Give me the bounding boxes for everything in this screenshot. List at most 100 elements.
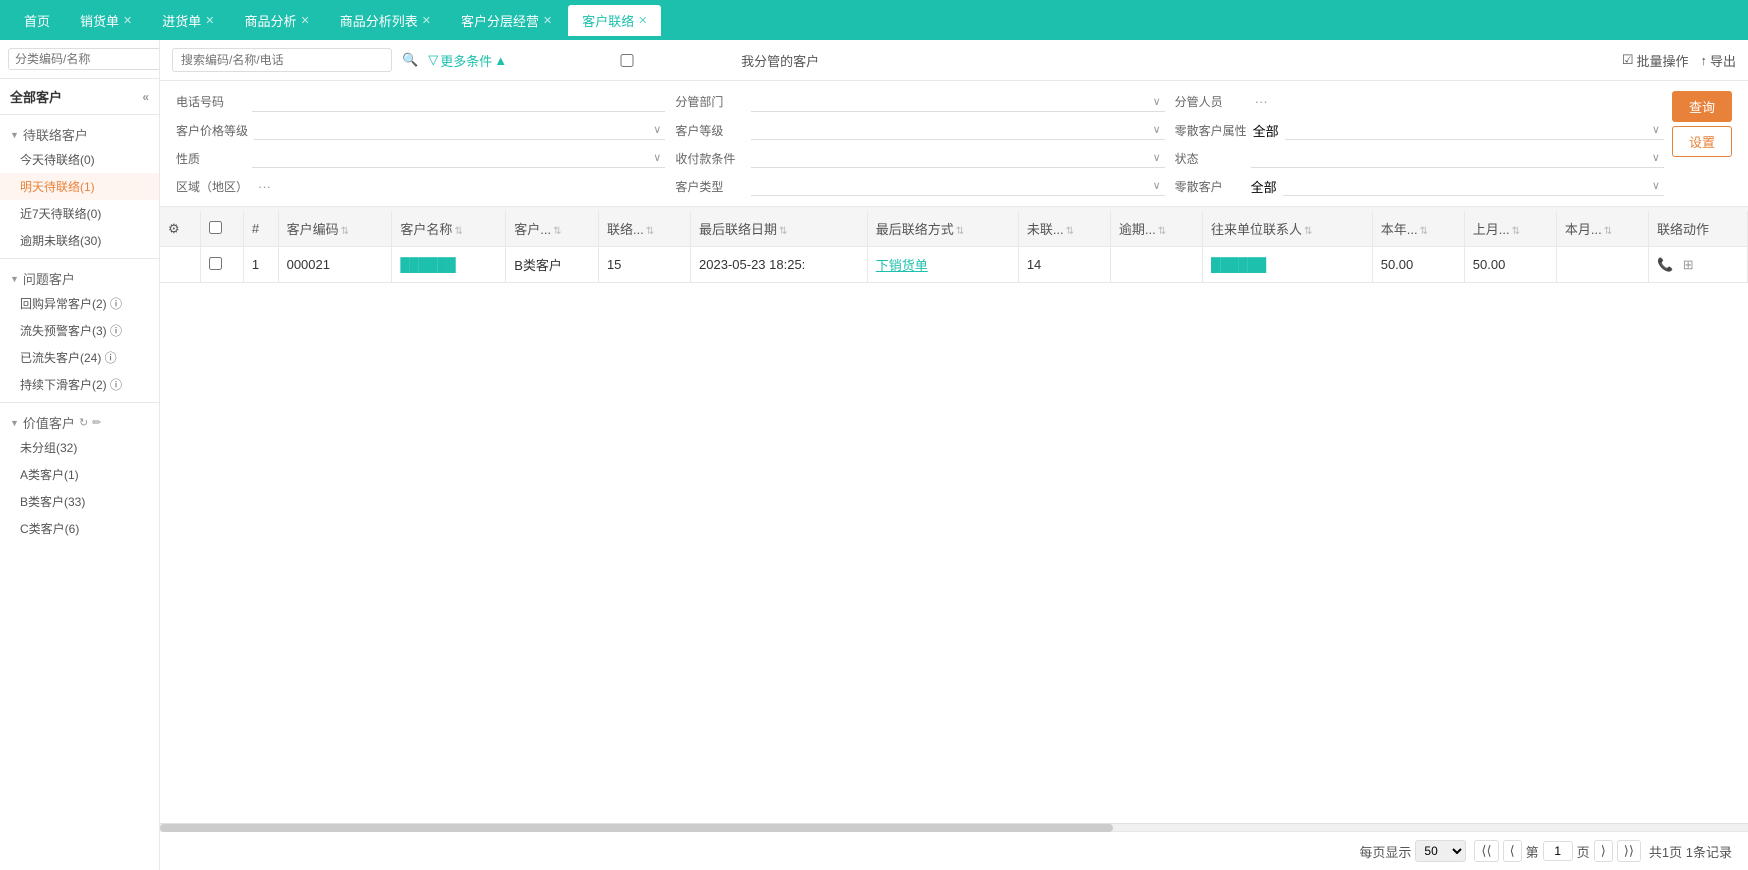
th-uncontacted[interactable]: 未联...⇅ [1018,211,1110,247]
filter-phone-input[interactable] [252,91,665,112]
query-button[interactable]: 查询 [1672,91,1732,122]
th-this-month[interactable]: 本月...⇅ [1556,211,1648,247]
th-this-year[interactable]: 本年...⇅ [1372,211,1464,247]
last-method-link[interactable]: 下销货单 [876,258,928,273]
sidebar-item-today[interactable]: 今天待联络(0) [0,146,159,173]
export-button[interactable]: ↑ 导出 [1700,51,1736,70]
filter-nature: 性质 ∨ [176,148,665,168]
th-contact[interactable]: 联络...⇅ [598,211,690,247]
row-no: 1 [243,247,278,283]
nav-customer-segment[interactable]: 客户分层经营 ✕ [447,5,566,36]
prev-page-button[interactable]: ⟨ [1503,840,1522,862]
row-code: 000021 [278,247,392,283]
sidebar-item-declining[interactable]: 持续下滑客户(2) ⓘ [0,371,159,398]
row-last-method[interactable]: 下销货单 [867,247,1018,283]
refresh-icon[interactable]: ↻ [79,416,88,429]
sidebar-all-customers[interactable]: 全部客户 « [0,79,159,110]
last-page-button[interactable]: ⟩⟩ [1617,840,1641,862]
sidebar-item-churn-warning[interactable]: 流失预警客户(3) ⓘ [0,317,159,344]
sidebar-item-overdue[interactable]: 逾期未联络(30) [0,227,159,254]
th-unit-contact[interactable]: 往来单位联系人⇅ [1202,211,1372,247]
chevron-up-icon: ▲ [494,53,507,68]
sidebar-item-class-b[interactable]: B类客户(33) [0,488,159,515]
horizontal-scrollbar[interactable] [160,823,1748,831]
row-this-year: 50.00 [1372,247,1464,283]
nav-sales[interactable]: 销货单 ✕ [66,5,146,36]
filter-region: 区域（地区） ··· [176,178,665,195]
filter-phone: 电话号码 [176,91,665,112]
th-type[interactable]: 客户...⇅ [506,211,599,247]
nav-product-analysis[interactable]: 商品分析 ✕ [230,5,323,36]
page-number-input[interactable] [1543,841,1573,861]
row-select-checkbox[interactable] [209,257,222,270]
batch-operation-button[interactable]: ☑ 批量操作 [1622,51,1689,70]
sidebar-item-class-c[interactable]: C类客户(6) [0,515,159,542]
th-gear[interactable]: ⚙ [160,211,200,247]
phone-icon[interactable]: 📞 [1657,257,1673,272]
filter-retail-attr-select[interactable]: ∨ [1285,120,1664,140]
gear-icon[interactable]: ⚙ [168,221,180,236]
th-name[interactable]: 客户名称⇅ [392,211,506,247]
sidebar-item-churned[interactable]: 已流失客户(24) ⓘ [0,344,159,371]
select-all-checkbox[interactable] [209,221,222,234]
nav-product-analysis-list[interactable]: 商品分析列表 ✕ [326,5,445,36]
my-customer-check[interactable] [517,54,737,67]
sidebar-group-pending[interactable]: 待联络客户 [0,119,159,146]
filter-customer-type: 客户类型 ∨ [675,176,1164,196]
close-icon[interactable]: ✕ [205,14,214,27]
page-size-select[interactable]: 50 100 200 [1415,840,1466,862]
close-icon[interactable]: ✕ [422,14,431,27]
edit-icon[interactable]: ✏ [92,416,101,429]
th-checkbox[interactable] [200,211,243,247]
nav-purchase[interactable]: 进货单 ✕ [148,5,228,36]
sidebar-item-tomorrow[interactable]: 明天待联络(1) [0,173,159,200]
row-last-date: 2023-05-23 18:25: [691,247,868,283]
collapse-icon[interactable]: « [142,90,149,104]
sidebar-item-class-a[interactable]: A类客户(1) [0,461,159,488]
close-icon[interactable]: ✕ [638,14,647,27]
more-filter-button[interactable]: ▽ 更多条件 ▲ [428,51,507,70]
filter-panel: 电话号码 分管部门 ∨ 分管人员 ··· [160,81,1748,207]
sidebar-item-repurchase[interactable]: 回购异常客户(2) ⓘ [0,290,159,317]
next-page-button[interactable]: ⟩ [1594,840,1613,862]
row-checkbox[interactable] [200,247,243,283]
main-layout: 🔍 全部客户 « 待联络客户 今天待联络(0) 明天待联络(1) 近7天待联络(… [0,40,1748,870]
close-icon[interactable]: ✕ [543,14,552,27]
close-icon[interactable]: ✕ [123,14,132,27]
search-button[interactable]: 🔍 [402,52,418,68]
filter-row-1: 电话号码 分管部门 ∨ 分管人员 ··· [176,91,1664,112]
sidebar-group-value[interactable]: 价值客户 ↻ ✏ [0,407,159,434]
filter-price-level-select[interactable]: ∨ [254,120,665,140]
filter-retail-select[interactable]: ∨ [1283,176,1664,196]
filter-person-dots[interactable]: ··· [1251,94,1272,109]
filter-region-dots[interactable]: ··· [254,179,275,194]
th-last-method[interactable]: 最后联络方式⇅ [867,211,1018,247]
filter-retail-attr: 零散客户属性 全部 ∨ [1175,120,1664,140]
filter-customer-level-select[interactable]: ∨ [751,120,1164,140]
sidebar-search-input[interactable] [8,48,160,70]
search-input[interactable] [172,48,392,72]
scrollbar-thumb[interactable] [160,824,1113,832]
th-code[interactable]: 客户编码⇅ [278,211,392,247]
filter-dept-select[interactable]: ∨ [751,92,1164,112]
nav-customer-contact[interactable]: 客户联络 ✕ [568,5,661,36]
table-footer: 每页显示 50 100 200 ⟨⟨ ⟨ 第 页 ⟩ ⟩⟩ 共1页 1条记录 [160,831,1748,870]
filter-status: 状态 ∨ [1175,148,1664,168]
page-navigation: ⟨⟨ ⟨ 第 页 ⟩ ⟩⟩ [1474,840,1641,862]
th-last-date[interactable]: 最后联络日期⇅ [691,211,868,247]
my-customer-checkbox[interactable]: 我分管的客户 [517,51,819,70]
filter-status-select[interactable]: ∨ [1251,148,1664,168]
first-page-button[interactable]: ⟨⟨ [1474,840,1498,862]
th-last-month[interactable]: 上月...⇅ [1464,211,1556,247]
sidebar-group-problem[interactable]: 问题客户 [0,263,159,290]
filter-nature-select[interactable]: ∨ [252,148,665,168]
close-icon[interactable]: ✕ [301,14,310,27]
th-overdue[interactable]: 逾期...⇅ [1110,211,1202,247]
grid-icon[interactable]: ⊞ [1683,257,1694,272]
filter-customer-type-select[interactable]: ∨ [751,176,1164,196]
sidebar-item-7days[interactable]: 近7天待联络(0) [0,200,159,227]
nav-home[interactable]: 首页 [10,5,64,36]
set-button[interactable]: 设置 [1672,126,1732,157]
sidebar-item-ungrouped[interactable]: 未分组(32) [0,434,159,461]
filter-payment-select[interactable]: ∨ [751,148,1164,168]
